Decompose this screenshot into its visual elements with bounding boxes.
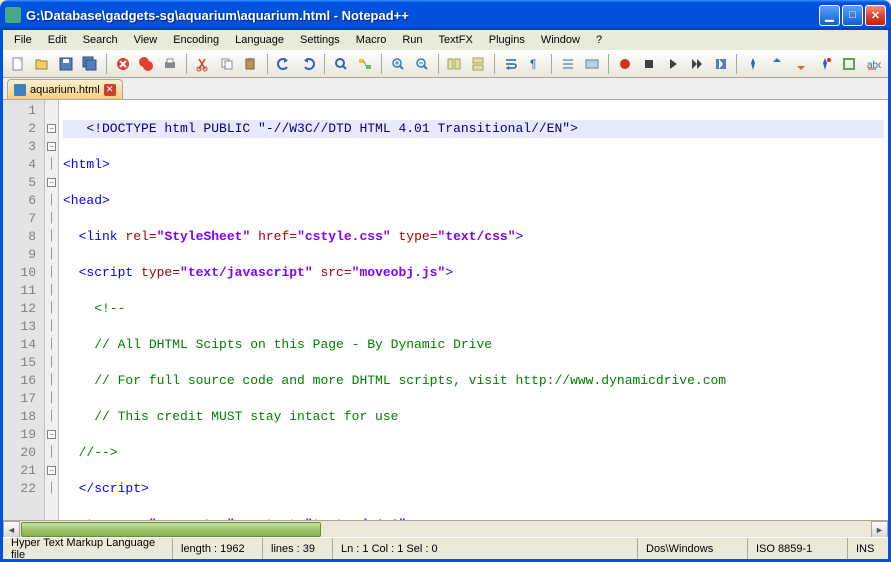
close-all-button[interactable] [136,53,158,75]
tab-bar: aquarium.html ✕ [3,78,888,100]
scroll-thumb[interactable] [21,522,321,537]
sync-v-button[interactable] [444,53,466,75]
fold-column[interactable]: −−│−│││││││││││││−│−│ [45,100,59,520]
toolbar: ¶ abc [3,50,888,78]
tab-label: aquarium.html [30,84,100,96]
show-all-chars-button[interactable]: ¶ [524,53,546,75]
play-multi-button[interactable] [686,53,708,75]
status-bar: Hyper Text Markup Language file length :… [3,537,888,559]
close-file-button[interactable] [112,53,134,75]
copy-button[interactable] [216,53,238,75]
maximize-button[interactable]: □ [842,5,863,26]
svg-text:¶: ¶ [530,57,536,71]
menu-search[interactable]: Search [76,32,125,48]
new-button[interactable] [7,53,29,75]
play-button[interactable] [662,53,684,75]
tool5-button[interactable] [838,53,860,75]
menu-help[interactable]: ? [589,32,609,48]
stop-button[interactable] [638,53,660,75]
app-icon [5,7,21,23]
status-language: Hyper Text Markup Language file [3,538,173,559]
wrap-button[interactable] [500,53,522,75]
status-length: length : 1962 [173,538,263,559]
horizontal-scrollbar[interactable]: ◄ ► [3,520,888,537]
menu-settings[interactable]: Settings [293,32,347,48]
menu-file[interactable]: File [7,32,39,48]
status-insert-mode: INS [848,538,888,559]
tool4-button[interactable] [814,53,836,75]
menu-textfx[interactable]: TextFX [432,32,480,48]
paste-button[interactable] [240,53,262,75]
menu-bar: File Edit Search View Encoding Language … [3,30,888,50]
redo-button[interactable] [297,53,319,75]
cut-button[interactable] [192,53,214,75]
tool1-button[interactable] [742,53,764,75]
indent-guide-button[interactable] [557,53,579,75]
menu-window[interactable]: Window [534,32,587,48]
tool2-button[interactable] [766,53,788,75]
line-numbers: 12345678910111213141516171819202122 [3,100,45,520]
tool6-button[interactable]: abc [862,53,884,75]
open-button[interactable] [31,53,53,75]
editor[interactable]: 12345678910111213141516171819202122 −−│−… [3,100,888,520]
save-all-button[interactable] [79,53,101,75]
zoom-out-button[interactable] [411,53,433,75]
menu-macro[interactable]: Macro [349,32,394,48]
window-title: G:\Database\gadgets-sg\aquarium\aquarium… [26,8,819,23]
undo-button[interactable] [273,53,295,75]
menu-language[interactable]: Language [228,32,291,48]
minimize-button[interactable]: ▁ [819,5,840,26]
title-bar: G:\Database\gadgets-sg\aquarium\aquarium… [0,0,891,30]
zoom-in-button[interactable] [387,53,409,75]
save-macro-button[interactable] [710,53,732,75]
save-button[interactable] [55,53,77,75]
menu-encoding[interactable]: Encoding [166,32,226,48]
status-encoding: ISO 8859-1 [748,538,848,559]
tool3-button[interactable] [790,53,812,75]
scroll-track[interactable] [20,521,871,537]
scroll-left-button[interactable]: ◄ [3,521,20,538]
status-eol: Dos\Windows [638,538,748,559]
code-area[interactable]: <!DOCTYPE html PUBLIC "-//W3C//DTD HTML … [59,100,888,520]
sync-h-button[interactable] [467,53,489,75]
print-button[interactable] [159,53,181,75]
html-file-icon [14,84,26,96]
menu-plugins[interactable]: Plugins [482,32,532,48]
replace-button[interactable] [354,53,376,75]
status-position: Ln : 1 Col : 1 Sel : 0 [333,538,638,559]
close-button[interactable]: ✕ [865,5,886,26]
find-button[interactable] [330,53,352,75]
status-lines: lines : 39 [263,538,333,559]
user-lang-button[interactable] [581,53,603,75]
record-button[interactable] [614,53,636,75]
tab-close-icon[interactable]: ✕ [104,84,116,96]
scroll-right-button[interactable]: ► [871,521,888,538]
file-tab[interactable]: aquarium.html ✕ [7,79,123,99]
menu-edit[interactable]: Edit [41,32,74,48]
menu-run[interactable]: Run [395,32,429,48]
menu-view[interactable]: View [127,32,165,48]
